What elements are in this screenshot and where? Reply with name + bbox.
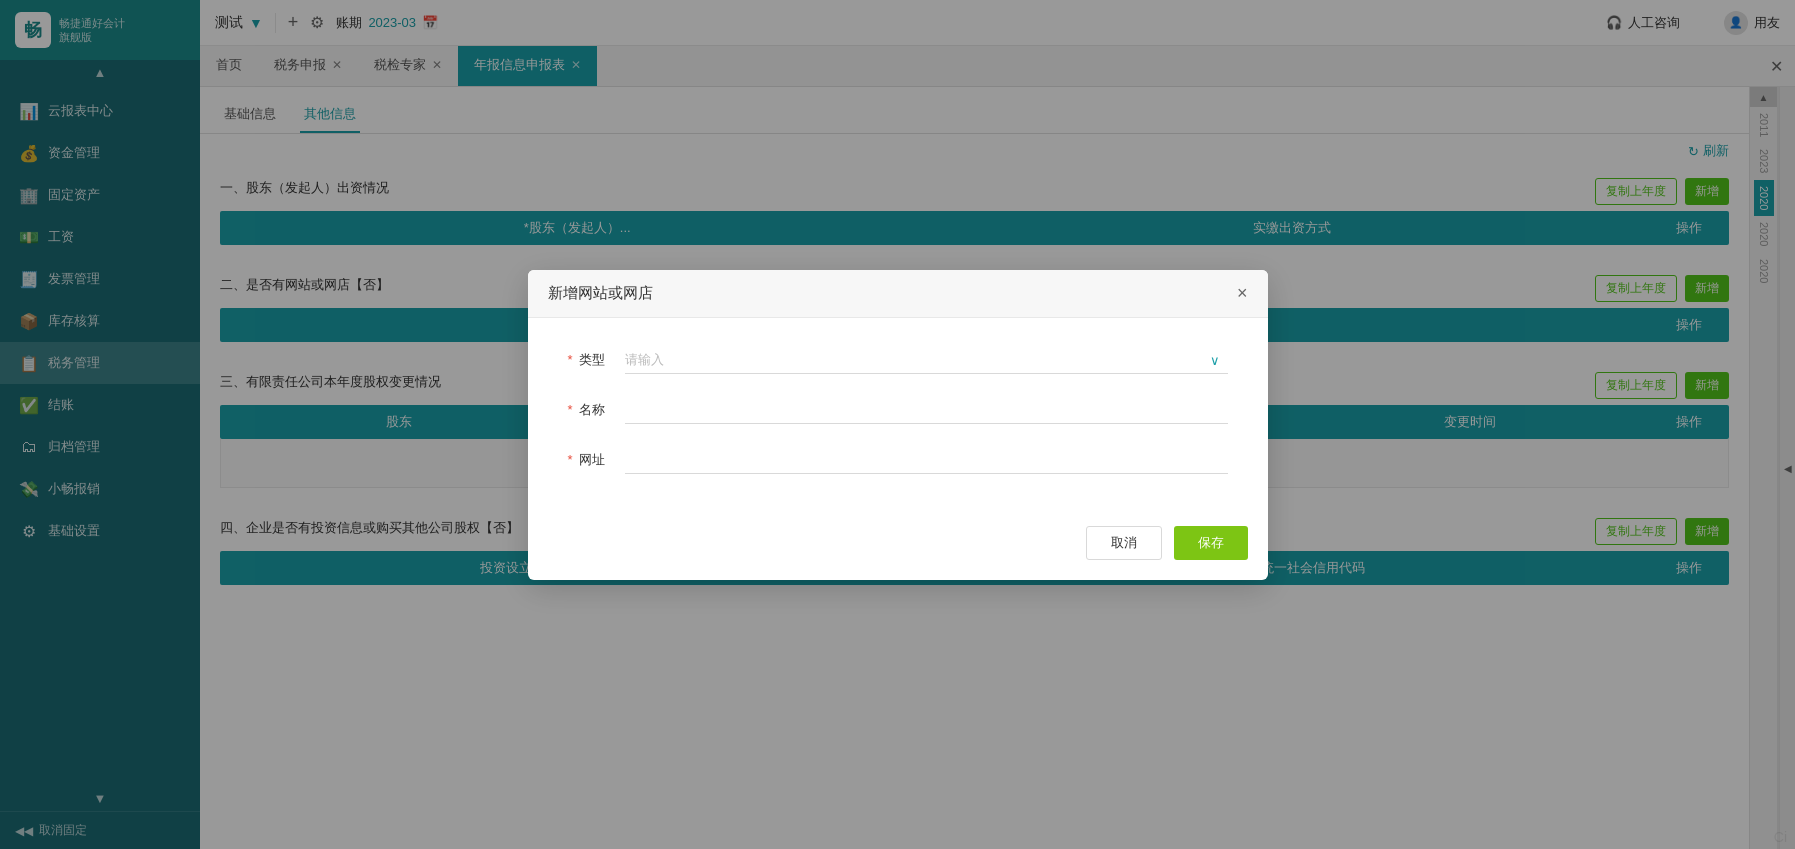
form-row-url: * 网址: [568, 446, 1228, 474]
form-name-required-star: *: [568, 402, 573, 417]
form-name-label: 名称: [579, 401, 605, 419]
save-button[interactable]: 保存: [1174, 526, 1248, 560]
form-url-wrap: [625, 446, 1228, 474]
form-row-name: * 名称: [568, 396, 1228, 424]
form-type-required-star: *: [568, 352, 573, 367]
form-name-input[interactable]: [625, 396, 1228, 424]
modal-overlay[interactable]: 新增网站或网店 × * 类型 ∨ * 名称: [0, 0, 1795, 849]
form-type-label: 类型: [579, 351, 605, 369]
modal-close-button[interactable]: ×: [1237, 284, 1248, 302]
modal-footer: 取消 保存: [528, 516, 1268, 580]
form-url-required-star: *: [568, 452, 573, 467]
form-name-wrap: [625, 396, 1228, 424]
modal-title: 新增网站或网店: [548, 284, 653, 303]
form-url-input[interactable]: [625, 446, 1228, 474]
form-type-input[interactable]: [625, 346, 1228, 374]
form-url-label: 网址: [579, 451, 605, 469]
form-row-type: * 类型 ∨: [568, 346, 1228, 374]
form-type-wrap: ∨: [625, 346, 1228, 374]
modal-body: * 类型 ∨ * 名称 * 网址: [528, 318, 1268, 516]
modal-add-website: 新增网站或网店 × * 类型 ∨ * 名称: [528, 270, 1268, 580]
cancel-button[interactable]: 取消: [1086, 526, 1162, 560]
modal-header: 新增网站或网店 ×: [528, 270, 1268, 318]
